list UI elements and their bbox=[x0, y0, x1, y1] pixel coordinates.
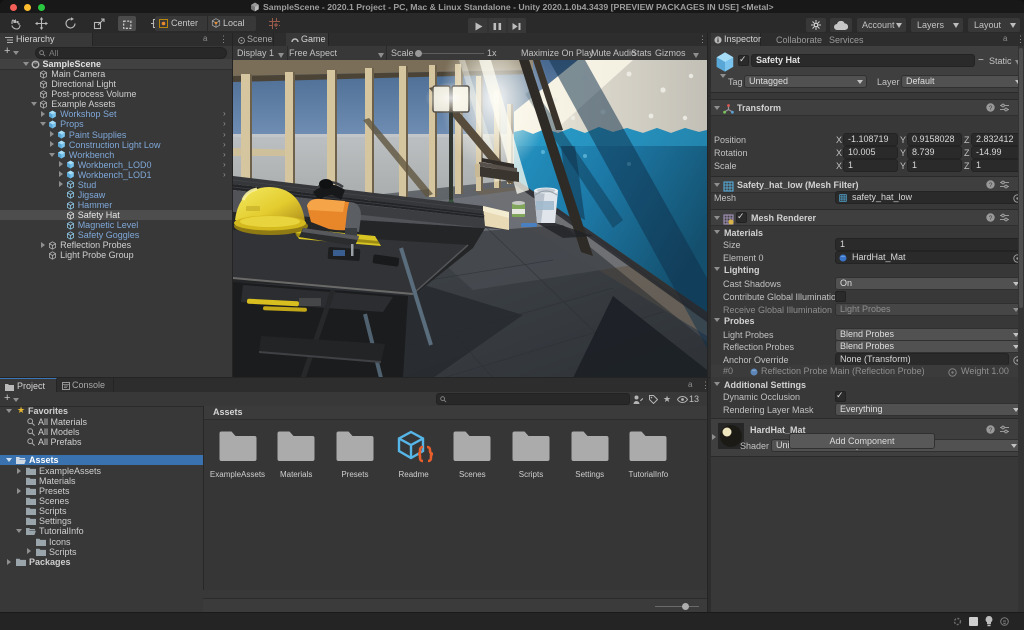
svg-text:?: ? bbox=[989, 215, 993, 222]
svg-text:?: ? bbox=[989, 427, 993, 434]
svg-text:?: ? bbox=[989, 182, 993, 189]
svg-text:?: ? bbox=[989, 105, 993, 112]
